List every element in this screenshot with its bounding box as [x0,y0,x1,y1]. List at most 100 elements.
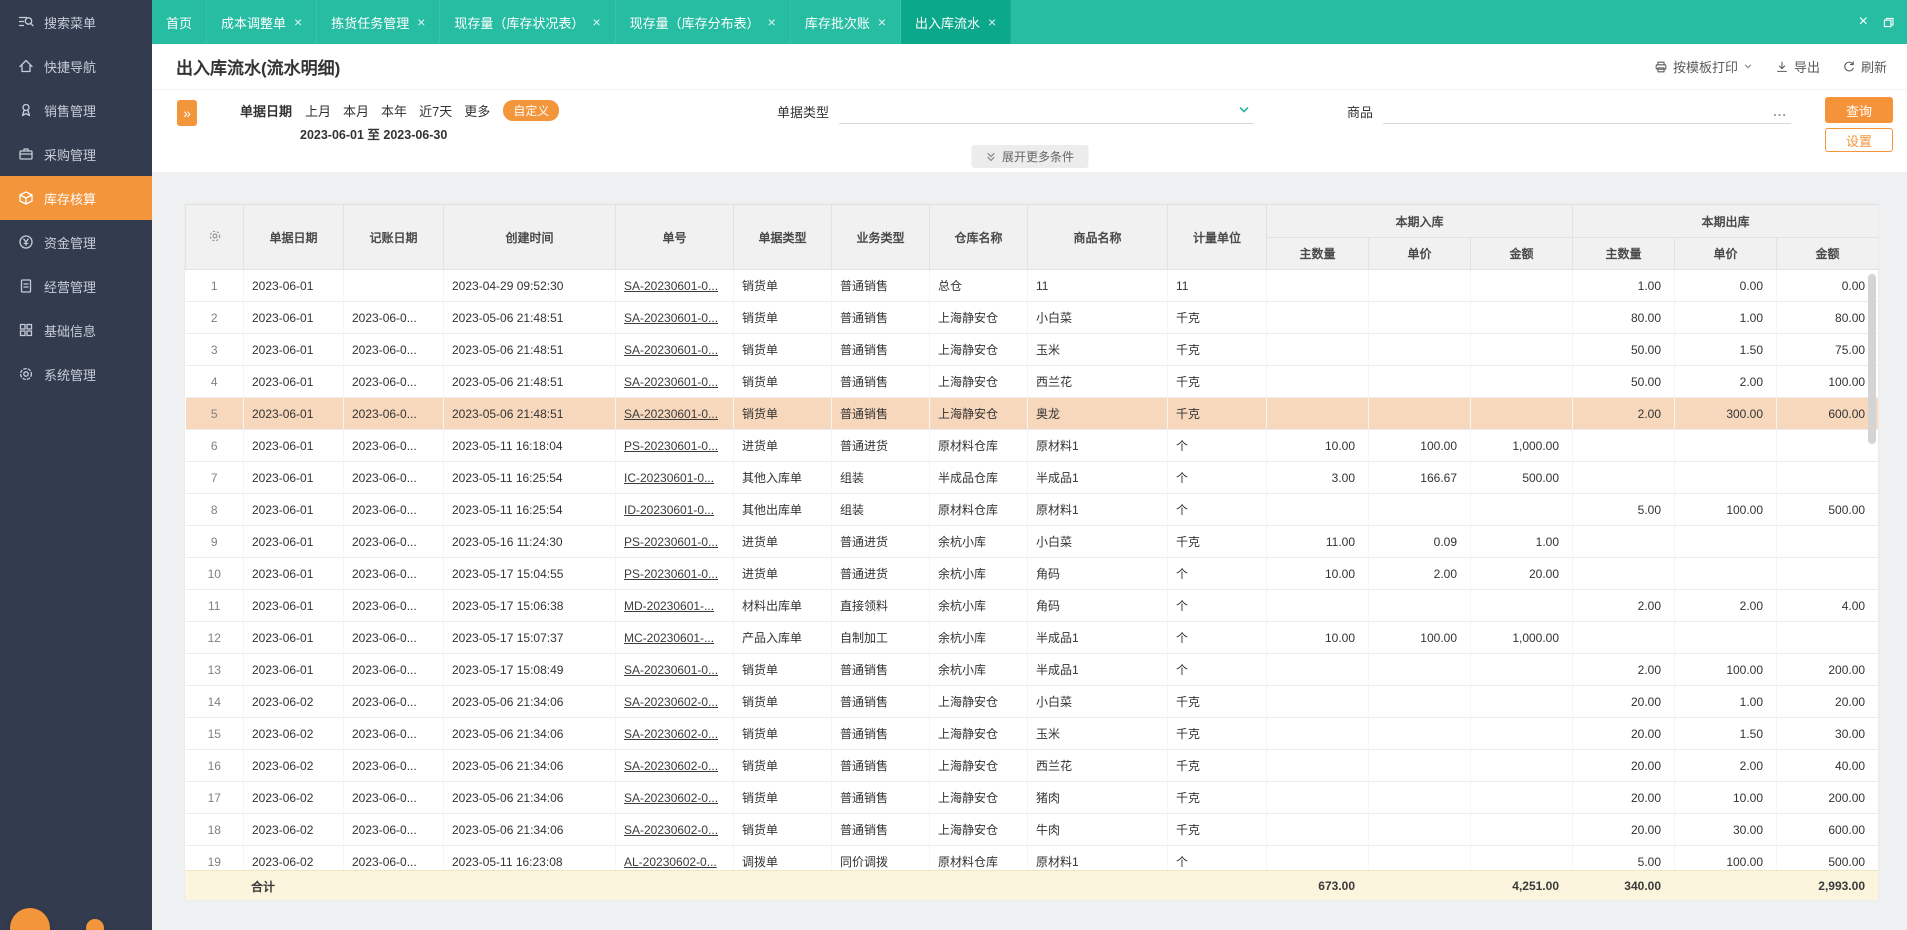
tab-close-icon[interactable]: × [294,15,302,29]
close-icon[interactable]: × [1859,13,1868,31]
window-restore-icon[interactable] [1882,16,1895,29]
table-row[interactable]: 15 2023-06-02 2023-06-0... 2023-05-06 21:34… [185,717,1878,750]
date-quick-option[interactable]: 本月 [343,101,369,120]
tab-close-icon[interactable]: × [768,15,776,29]
floating-help-dot[interactable] [86,919,104,930]
table-cell [1572,557,1676,590]
col-created-time[interactable]: 创建时间 [443,204,616,270]
col-doc-type[interactable]: 单据类型 [733,204,832,270]
table-cell: 5.00 [1572,493,1676,526]
table-row[interactable]: 4 2023-06-01 2023-06-0... 2023-05-06 21:48:… [185,365,1878,398]
col-biz-type[interactable]: 业务类型 [831,204,930,270]
tab-item[interactable]: 现存量（库存分布表） × [616,0,791,44]
date-quick-option[interactable]: 更多 [464,101,490,120]
table-row[interactable]: 18 2023-06-02 2023-06-0... 2023-05-06 21:34… [185,813,1878,846]
table-row[interactable]: 6 2023-06-01 2023-06-0... 2023-05-11 16:18:… [185,429,1878,462]
table-row[interactable]: 8 2023-06-01 2023-06-0... 2023-05-11 16:25:… [185,493,1878,526]
tab-close-icon[interactable]: × [592,15,600,29]
tab-item[interactable]: 成本调整单 × [207,0,318,44]
doc-number-link[interactable]: SA-20230601-0... [624,375,718,389]
tab-label: 现存量（库存状况表） [454,15,585,31]
col-in-qty[interactable]: 主数量 [1266,237,1369,270]
doc-number-link[interactable]: SA-20230602-0... [624,759,718,773]
doc-number-link[interactable]: SA-20230601-0... [624,279,718,293]
column-settings-button[interactable] [185,204,244,270]
settings-button[interactable]: 设置 [1825,128,1893,152]
sidebar-item-basic-info[interactable]: 基础信息 [0,308,152,352]
refresh-button[interactable]: 刷新 [1842,57,1887,76]
doc-number-link[interactable]: SA-20230601-0... [624,343,718,357]
doc-type-select[interactable] [839,100,1255,124]
doc-number-link[interactable]: PS-20230601-0... [624,535,718,549]
doc-number-link[interactable]: PS-20230601-0... [624,567,718,581]
tab-item[interactable]: 库存批次账 × [791,0,902,44]
col-out-qty[interactable]: 主数量 [1572,237,1676,270]
col-in-price[interactable]: 单价 [1368,237,1471,270]
table-row[interactable]: 14 2023-06-02 2023-06-0... 2023-05-06 21:34… [185,685,1878,718]
expand-more-button[interactable]: 展开更多条件 [970,145,1089,168]
table-row[interactable]: 5 2023-06-01 2023-06-0... 2023-05-06 21:48:… [185,397,1878,430]
doc-number-link[interactable]: SA-20230601-0... [624,663,718,677]
col-doc-no[interactable]: 单号 [615,204,734,270]
product-input[interactable]: ... [1383,100,1792,124]
tab-item[interactable]: 出入库流水 × [901,0,1012,44]
sidebar-item-inventory[interactable]: 库存核算 [0,176,152,220]
sidebar-search-menu[interactable]: 搜索菜单 [0,0,152,44]
tab-close-icon[interactable]: × [417,15,425,29]
table-row[interactable]: 19 2023-06-02 2023-06-0... 2023-05-11 16:23… [185,845,1878,870]
table-row[interactable]: 16 2023-06-02 2023-06-0... 2023-05-06 21:34… [185,749,1878,782]
search-button[interactable]: 查询 [1825,97,1893,123]
col-out-price[interactable]: 单价 [1674,237,1778,270]
table-row[interactable]: 13 2023-06-01 2023-06-0... 2023-05-17 15:08… [185,653,1878,686]
date-quick-option[interactable]: 本年 [381,101,407,120]
table-row[interactable]: 9 2023-06-01 2023-06-0... 2023-05-16 11:24:… [185,525,1878,558]
sidebar-item-business[interactable]: 经营管理 [0,264,152,308]
col-out-amount[interactable]: 金额 [1776,237,1878,270]
table-row[interactable]: 7 2023-06-01 2023-06-0... 2023-05-11 16:25:… [185,461,1878,494]
tab-item[interactable]: 现存量（库存状况表） × [440,0,616,44]
table-row[interactable]: 1 2023-06-01 2023-04-29 09:52:30 SA-2023060… [185,269,1878,302]
doc-number-link[interactable]: PS-20230601-0... [624,439,718,453]
sidebar-item-quick-nav[interactable]: 快捷导航 [0,44,152,88]
sidebar-item-purchase[interactable]: 采购管理 [0,132,152,176]
sidebar-item-sales[interactable]: 销售管理 [0,88,152,132]
doc-number-link[interactable]: ID-20230601-0... [624,503,714,517]
floating-help-button[interactable] [10,908,50,930]
doc-number-link[interactable]: MD-20230601-... [624,599,714,613]
table-row[interactable]: 2 2023-06-01 2023-06-0... 2023-05-06 21:48:… [185,301,1878,334]
col-product[interactable]: 商品名称 [1027,204,1168,270]
date-quick-option[interactable]: 上月 [305,101,331,120]
sidebar-item-system[interactable]: 系统管理 [0,352,152,396]
col-in-amount[interactable]: 金额 [1469,237,1574,270]
table-row[interactable]: 12 2023-06-01 2023-06-0... 2023-05-17 15:07… [185,621,1878,654]
col-book-date[interactable]: 记账日期 [343,204,444,270]
print-by-template-button[interactable]: 按模板打印 [1654,57,1753,76]
table-row[interactable]: 17 2023-06-02 2023-06-0... 2023-05-06 21:34… [185,781,1878,814]
table-row[interactable]: 10 2023-06-01 2023-06-0... 2023-05-17 15:04… [185,557,1878,590]
doc-number-link[interactable]: MC-20230601-... [624,631,714,645]
doc-number-link[interactable]: SA-20230602-0... [624,727,718,741]
doc-number-link[interactable]: SA-20230602-0... [624,695,718,709]
tab-item[interactable]: 首页 [152,0,208,44]
sidebar-item-funds[interactable]: 资金管理 [0,220,152,264]
custom-date-pill[interactable]: 自定义 [503,100,560,121]
date-quick-option[interactable]: 近7天 [419,101,452,120]
col-warehouse[interactable]: 仓库名称 [929,204,1028,270]
doc-number-link[interactable]: SA-20230601-0... [624,311,718,325]
vertical-scrollbar[interactable] [1868,274,1876,444]
more-options-icon[interactable]: ... [1773,104,1787,119]
collapse-filter-button[interactable]: » [177,100,197,126]
doc-number-link[interactable]: SA-20230602-0... [624,823,718,837]
table-row[interactable]: 3 2023-06-01 2023-06-0... 2023-05-06 21:48:… [185,333,1878,366]
doc-number-link[interactable]: IC-20230601-0... [624,471,714,485]
doc-number-link[interactable]: SA-20230602-0... [624,791,718,805]
tab-close-icon[interactable]: × [988,15,996,29]
col-unit[interactable]: 计量单位 [1167,204,1267,270]
table-row[interactable]: 11 2023-06-01 2023-06-0... 2023-05-17 15:06… [185,589,1878,622]
export-button[interactable]: 导出 [1775,57,1820,76]
tab-item[interactable]: 拣货任务管理 × [317,0,441,44]
doc-number-link[interactable]: AL-20230602-0... [624,855,717,869]
col-doc-date[interactable]: 单据日期 [243,204,344,270]
tab-close-icon[interactable]: × [878,15,886,29]
doc-number-link[interactable]: SA-20230601-0... [624,407,718,421]
